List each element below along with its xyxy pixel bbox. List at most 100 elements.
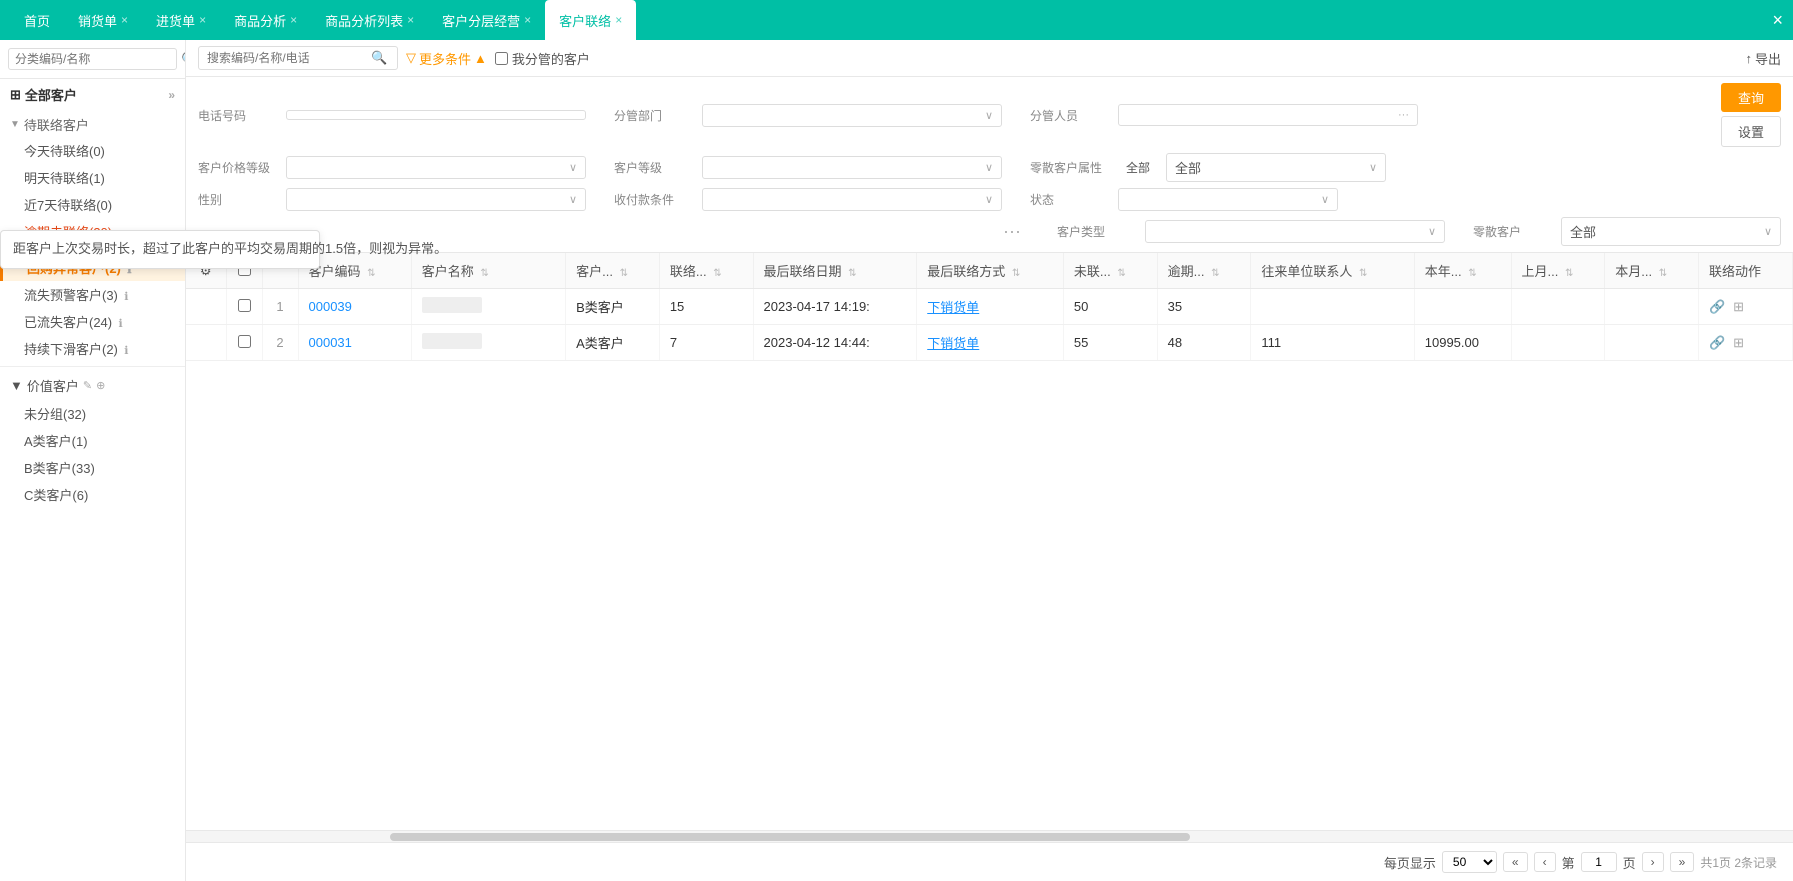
sidebar-item-churn-warning[interactable]: 流失预警客户(3) ℹ: [0, 281, 185, 308]
nav-sales[interactable]: 销货单 ×: [64, 0, 142, 40]
action-grid-icon-1[interactable]: ⊞: [1733, 335, 1744, 351]
th-category[interactable]: 客户... ⇅: [566, 253, 660, 289]
nav-sales-close[interactable]: ×: [121, 13, 128, 27]
sidebar-item-a-class[interactable]: A类客户(1): [0, 427, 185, 454]
gender-field[interactable]: ∨: [286, 188, 586, 211]
nav-product-analysis[interactable]: 商品分析 ×: [220, 0, 311, 40]
edit-icon[interactable]: ✎: [83, 379, 92, 392]
person-field[interactable]: ···: [1118, 104, 1418, 126]
row-code-0[interactable]: 000039: [298, 289, 411, 325]
row-last-method-0[interactable]: 下销货单: [917, 289, 1064, 325]
sidebar-item-c-class[interactable]: C类客户(6): [0, 481, 185, 508]
filter-search-icon[interactable]: 🔍: [371, 50, 387, 66]
filter-more-conditions[interactable]: ▽ 更多条件 ▲: [406, 49, 487, 68]
sidebar-search-input[interactable]: [8, 48, 177, 70]
row-last-method-1[interactable]: 下销货单: [917, 325, 1064, 361]
page-size-select[interactable]: 501020100: [1442, 851, 1497, 873]
sort-contact-icon[interactable]: ⇅: [713, 268, 721, 279]
dept-field[interactable]: ∨: [702, 104, 1002, 127]
sidebar-item-tomorrow[interactable]: 明天待联络(1): [0, 164, 185, 191]
sort-code-icon[interactable]: ⇅: [367, 268, 375, 279]
th-contact[interactable]: 联络... ⇅: [659, 253, 753, 289]
first-page-button[interactable]: «: [1503, 852, 1528, 872]
action-grid-icon-0[interactable]: ⊞: [1733, 299, 1744, 315]
nav-customer-tier-close[interactable]: ×: [524, 13, 531, 27]
sidebar-waiting-group[interactable]: ▼ 待联络客户: [0, 110, 185, 137]
row-check-1[interactable]: [238, 335, 251, 348]
sort-lastmonth-icon[interactable]: ⇅: [1565, 268, 1573, 279]
row-checkbox-1[interactable]: [226, 325, 262, 361]
filter-search-box[interactable]: 🔍: [198, 46, 398, 70]
row-code-1[interactable]: 000031: [298, 325, 411, 361]
sort-method-icon[interactable]: ⇅: [1012, 268, 1020, 279]
nav-home[interactable]: 首页: [10, 0, 64, 40]
th-this-month[interactable]: 本月... ⇅: [1605, 253, 1699, 289]
payment-terms-field[interactable]: ∨: [702, 188, 1002, 211]
sidebar-item-b-class[interactable]: B类客户(33): [0, 454, 185, 481]
my-customers-check[interactable]: [495, 52, 508, 65]
nav-product-analysis-list-close[interactable]: ×: [407, 13, 414, 27]
nav-product-analysis-close[interactable]: ×: [290, 13, 297, 27]
nav-purchase[interactable]: 进货单 ×: [142, 0, 220, 40]
th-name[interactable]: 客户名称 ⇅: [411, 253, 565, 289]
more-filter-icon[interactable]: ···: [995, 221, 1029, 242]
th-overdue[interactable]: 逾期... ⇅: [1157, 253, 1251, 289]
sidebar-item-7days[interactable]: 近7天待联络(0): [0, 191, 185, 218]
sort-overdue-icon[interactable]: ⇅: [1211, 268, 1219, 279]
th-last-contact-method[interactable]: 最后联络方式 ⇅: [917, 253, 1064, 289]
sort-year-icon[interactable]: ⇅: [1468, 268, 1476, 279]
th-uncontacted[interactable]: 未联... ⇅: [1063, 253, 1157, 289]
prev-page-button[interactable]: ‹: [1534, 852, 1556, 872]
sidebar-item-declining[interactable]: 持续下滑客户(2) ℹ: [0, 335, 185, 362]
sidebar-item-today[interactable]: 今天待联络(0): [0, 137, 185, 164]
info-icon-3[interactable]: ℹ: [118, 318, 122, 330]
nav-customer-tier[interactable]: 客户分层经营 ×: [428, 0, 545, 40]
action-link-icon-1[interactable]: 🔗: [1709, 335, 1725, 351]
sort-date-icon[interactable]: ⇅: [848, 268, 856, 279]
sort-thismonth-icon[interactable]: ⇅: [1659, 268, 1667, 279]
customer-level-field[interactable]: ∨: [702, 156, 1002, 179]
horizontal-scrollbar[interactable]: [186, 830, 1793, 842]
sidebar-item-churned[interactable]: 已流失客户(24) ℹ: [0, 308, 185, 335]
query-button[interactable]: 查询: [1721, 83, 1781, 112]
retail-attr-field[interactable]: 全部 ∨: [1166, 153, 1386, 182]
row-check-0[interactable]: [238, 299, 251, 312]
action-link-icon-0[interactable]: 🔗: [1709, 299, 1725, 315]
sort-category-icon[interactable]: ⇅: [620, 268, 628, 279]
customer-type-field[interactable]: ∨: [1145, 220, 1445, 243]
next-page-button[interactable]: ›: [1642, 852, 1664, 872]
window-close-button[interactable]: ×: [1772, 10, 1783, 31]
retail-customer-field[interactable]: 全部 ∨: [1561, 217, 1781, 246]
row-action-0[interactable]: 🔗 ⊞: [1698, 289, 1792, 325]
scrollbar-thumb[interactable]: [390, 833, 1190, 841]
sort-unit-icon[interactable]: ⇅: [1359, 268, 1367, 279]
row-action-1[interactable]: 🔗 ⊞: [1698, 325, 1792, 361]
export-button[interactable]: ↑ 导出: [1745, 49, 1781, 68]
sidebar-item-unclassified[interactable]: 未分组(32): [0, 400, 185, 427]
last-page-button[interactable]: »: [1670, 852, 1695, 872]
th-last-month[interactable]: 上月... ⇅: [1511, 253, 1605, 289]
info-icon-2[interactable]: ℹ: [124, 291, 128, 303]
phone-field[interactable]: [286, 110, 586, 120]
th-unit-contact[interactable]: 往来单位联系人 ⇅: [1251, 253, 1414, 289]
sidebar-collapse-icon[interactable]: »: [168, 88, 175, 102]
settings-button[interactable]: 设置: [1721, 116, 1781, 147]
th-this-year[interactable]: 本年... ⇅: [1414, 253, 1511, 289]
sort-name-icon[interactable]: ⇅: [480, 268, 488, 279]
row-checkbox-0[interactable]: [226, 289, 262, 325]
info-icon-4[interactable]: ℹ: [124, 345, 128, 357]
nav-customer-contact[interactable]: 客户联络 ×: [545, 0, 636, 40]
row-name-0[interactable]: [411, 289, 565, 325]
nav-product-analysis-list[interactable]: 商品分析列表 ×: [311, 0, 428, 40]
my-customers-checkbox[interactable]: 我分管的客户: [495, 49, 590, 68]
th-last-contact-date[interactable]: 最后联络日期 ⇅: [753, 253, 917, 289]
status-field[interactable]: ∨: [1118, 188, 1338, 211]
price-level-field[interactable]: ∨: [286, 156, 586, 179]
sidebar-all-customers[interactable]: ⊞ 全部客户 »: [0, 79, 185, 110]
page-number-input[interactable]: [1581, 852, 1617, 872]
filter-search-input[interactable]: [207, 51, 367, 65]
add-icon[interactable]: ⊕: [96, 379, 105, 392]
nav-customer-contact-close[interactable]: ×: [615, 13, 622, 27]
row-name-1[interactable]: [411, 325, 565, 361]
nav-purchase-close[interactable]: ×: [199, 13, 206, 27]
